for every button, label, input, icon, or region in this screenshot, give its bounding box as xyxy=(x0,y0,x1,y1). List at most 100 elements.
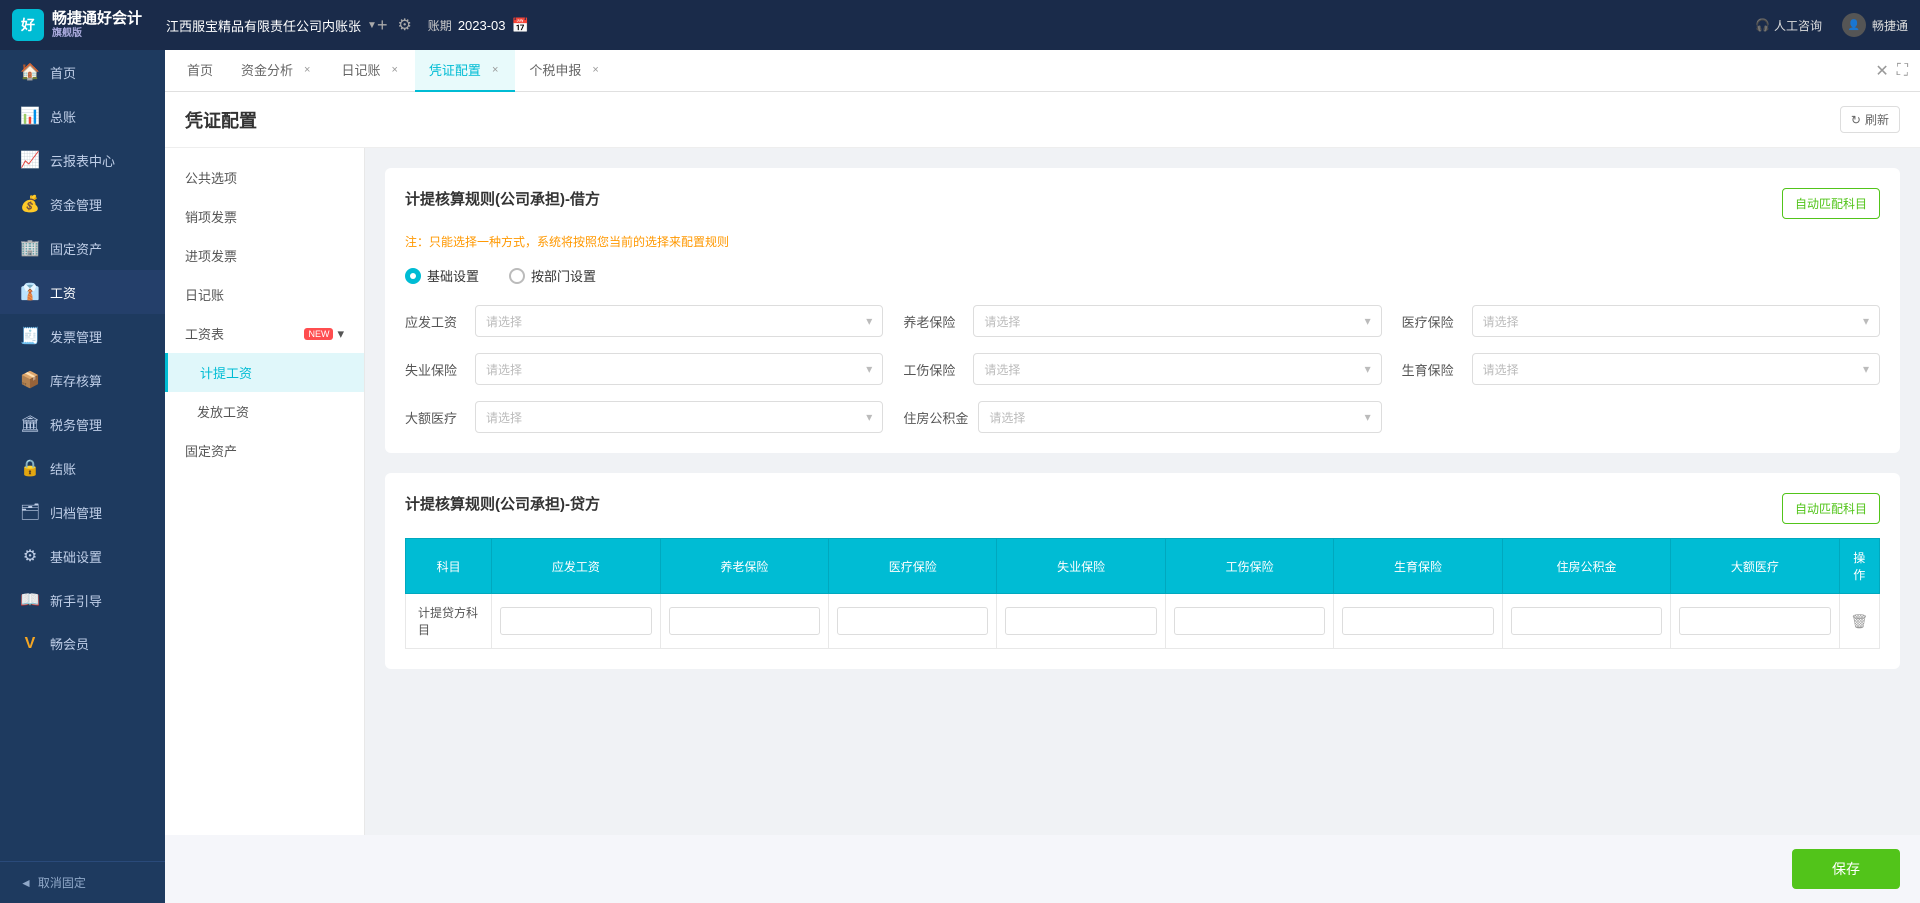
left-menu-pay-salary[interactable]: 发放工资 xyxy=(165,392,364,431)
sidebar-label-inventory: 库存核算 xyxy=(50,371,102,390)
sidebar-item-archive[interactable]: 🗂 归档管理 xyxy=(0,490,165,534)
input-large-med[interactable] xyxy=(1679,607,1830,635)
sidebar-item-close[interactable]: 🔒 结账 xyxy=(0,446,165,490)
sidebar-item-reports[interactable]: 📈 云报表中心 xyxy=(0,138,165,182)
close-tab-icon[interactable]: ✕ xyxy=(1875,61,1888,81)
maternity-select[interactable]: 请选择 ▾ xyxy=(1472,353,1880,385)
unemployment-select[interactable]: 请选择 ▾ xyxy=(475,353,883,385)
injury-select[interactable]: 请选择 ▾ xyxy=(973,353,1381,385)
user-name: 畅捷通 xyxy=(1872,17,1908,34)
refresh-button[interactable]: ↻ 刷新 xyxy=(1840,106,1900,133)
radio-department[interactable]: 按部门设置 xyxy=(509,266,596,285)
left-menu-public[interactable]: 公共选项 xyxy=(165,158,364,197)
field-large-medical: 大额医疗 请选择 ▾ xyxy=(405,401,883,433)
guide-icon: 📖 xyxy=(20,590,40,610)
sidebar-item-inventory[interactable]: 📦 库存核算 xyxy=(0,358,165,402)
large-medical-chevron-icon: ▾ xyxy=(866,410,872,424)
left-menu-salary-table[interactable]: 工资表 NEW ▾ xyxy=(165,314,364,353)
input-housing[interactable] xyxy=(1511,607,1662,635)
calendar-icon[interactable]: 📅 xyxy=(512,17,529,34)
left-menu-fixed-assets[interactable]: 固定资产 xyxy=(165,431,364,470)
injury-label: 工伤保险 xyxy=(903,360,963,379)
medical-select[interactable]: 请选择 ▾ xyxy=(1472,305,1880,337)
sidebar-label-ledger: 总账 xyxy=(50,107,76,126)
pension-select[interactable]: 请选择 ▾ xyxy=(973,305,1381,337)
tab-journal[interactable]: 日记账 × xyxy=(327,50,414,92)
input-medical[interactable] xyxy=(837,607,988,635)
credit-auto-match-button[interactable]: 自动匹配科目 xyxy=(1782,493,1880,524)
sidebar-item-settings[interactable]: ⚙ 基础设置 xyxy=(0,534,165,578)
left-menu-accrual[interactable]: 计提工资 xyxy=(165,353,364,392)
cell-unemployment[interactable] xyxy=(997,594,1165,649)
field-unemployment: 失业保险 请选择 ▾ xyxy=(405,353,883,385)
tab-voucher-close-icon[interactable]: × xyxy=(489,63,501,77)
cell-maternity[interactable] xyxy=(1334,594,1502,649)
cell-large-med[interactable] xyxy=(1671,594,1839,649)
credit-section: 计提核算规则(公司承担)-贷方 自动匹配科目 科目 应发工资 养老保险 医疗保险 xyxy=(385,473,1900,669)
service-button[interactable]: 🎧 人工咨询 xyxy=(1755,17,1822,34)
sidebar: 🏠 首页 📊 总账 📈 云报表中心 💰 资金管理 🏢 固定资产 👔 工资 xyxy=(0,50,165,903)
sidebar-label-tax: 税务管理 xyxy=(50,415,102,434)
cancel-fixed-button[interactable]: ◄ 取消固定 xyxy=(0,862,165,903)
user-area[interactable]: 👤 畅捷通 xyxy=(1842,13,1908,37)
large-medical-select[interactable]: 请选择 ▾ xyxy=(475,401,883,433)
tab-tax-close-icon[interactable]: × xyxy=(589,63,601,77)
cell-pension[interactable] xyxy=(660,594,828,649)
sidebar-label-assets: 固定资产 xyxy=(50,239,102,258)
tab-voucher-label: 凭证配置 xyxy=(429,60,481,79)
debit-section: 计提核算规则(公司承担)-借方 自动匹配科目 注：只能选择一种方式，系统将按照您… xyxy=(385,168,1900,453)
tab-tax[interactable]: 个税申报 × xyxy=(515,50,615,92)
housing-fund-select[interactable]: 请选择 ▾ xyxy=(978,401,1381,433)
pension-label: 养老保险 xyxy=(903,312,963,331)
sidebar-item-ledger[interactable]: 📊 总账 xyxy=(0,94,165,138)
input-maternity[interactable] xyxy=(1342,607,1493,635)
logo-icon: 好 xyxy=(12,9,44,41)
sidebar-item-assets[interactable]: 🏢 固定资产 xyxy=(0,226,165,270)
tab-home[interactable]: 首页 xyxy=(173,50,227,92)
gross-salary-select[interactable]: 请选择 ▾ xyxy=(475,305,883,337)
sidebar-label-funds: 资金管理 xyxy=(50,195,102,214)
tab-fund-close-icon[interactable]: × xyxy=(301,63,313,77)
sidebar-item-invoice[interactable]: 🧾 发票管理 xyxy=(0,314,165,358)
delete-row-icon[interactable]: 🗑 xyxy=(1850,613,1868,629)
sidebar-label-close: 结账 xyxy=(50,459,76,478)
tab-journal-close-icon[interactable]: × xyxy=(388,63,400,77)
credit-table: 科目 应发工资 养老保险 医疗保险 失业保险 工伤保险 生育保险 住房公积金 大… xyxy=(405,538,1880,649)
sidebar-item-guide[interactable]: 📖 新手引导 xyxy=(0,578,165,622)
company-selector[interactable]: 江西服宝精品有限责任公司内账张 ▼ xyxy=(166,16,377,35)
refresh-icon: ↻ xyxy=(1851,113,1861,127)
tab-bar: 首页 资金分析 × 日记账 × 凭证配置 × 个税申报 × xyxy=(165,50,1920,92)
radio-basic[interactable]: 基础设置 xyxy=(405,266,479,285)
sidebar-item-home[interactable]: 🏠 首页 xyxy=(0,50,165,94)
settings-icon[interactable]: ⚙ xyxy=(397,15,411,35)
salary-icon: 👔 xyxy=(20,282,40,302)
cell-delete[interactable]: 🗑 xyxy=(1839,594,1879,649)
left-menu-purchase-invoice[interactable]: 进项发票 xyxy=(165,236,364,275)
sidebar-item-vip[interactable]: V 畅会员 xyxy=(0,622,165,665)
input-injury[interactable] xyxy=(1174,607,1325,635)
cell-medical[interactable] xyxy=(829,594,997,649)
input-pension[interactable] xyxy=(669,607,820,635)
input-unemployment[interactable] xyxy=(1005,607,1156,635)
left-menu-sales-invoice[interactable]: 销项发票 xyxy=(165,197,364,236)
sidebar-label-home: 首页 xyxy=(50,63,76,82)
sidebar-item-salary[interactable]: 👔 工资 xyxy=(0,270,165,314)
sidebar-item-tax[interactable]: 🏛 税务管理 xyxy=(0,402,165,446)
save-button[interactable]: 保存 xyxy=(1792,849,1900,889)
debit-note: 注：只能选择一种方式，系统将按照您当前的选择来配置规则 xyxy=(405,233,1880,250)
injury-chevron-icon: ▾ xyxy=(1365,362,1371,376)
left-menu-journal[interactable]: 日记账 xyxy=(165,275,364,314)
debit-auto-match-button[interactable]: 自动匹配科目 xyxy=(1782,188,1880,219)
cell-gross[interactable] xyxy=(492,594,660,649)
expand-icon[interactable]: ⛶ xyxy=(1897,62,1908,80)
sidebar-item-funds[interactable]: 💰 资金管理 xyxy=(0,182,165,226)
cell-housing[interactable] xyxy=(1502,594,1670,649)
tab-voucher-config[interactable]: 凭证配置 × xyxy=(415,50,515,92)
company-chevron-icon: ▼ xyxy=(367,20,377,31)
tab-fund-analysis[interactable]: 资金分析 × xyxy=(227,50,327,92)
page-title: 凭证配置 xyxy=(185,107,257,133)
input-gross[interactable] xyxy=(500,607,651,635)
invoice-icon: 🧾 xyxy=(20,326,40,346)
cell-injury[interactable] xyxy=(1165,594,1333,649)
add-tab-icon[interactable]: + xyxy=(377,15,388,36)
